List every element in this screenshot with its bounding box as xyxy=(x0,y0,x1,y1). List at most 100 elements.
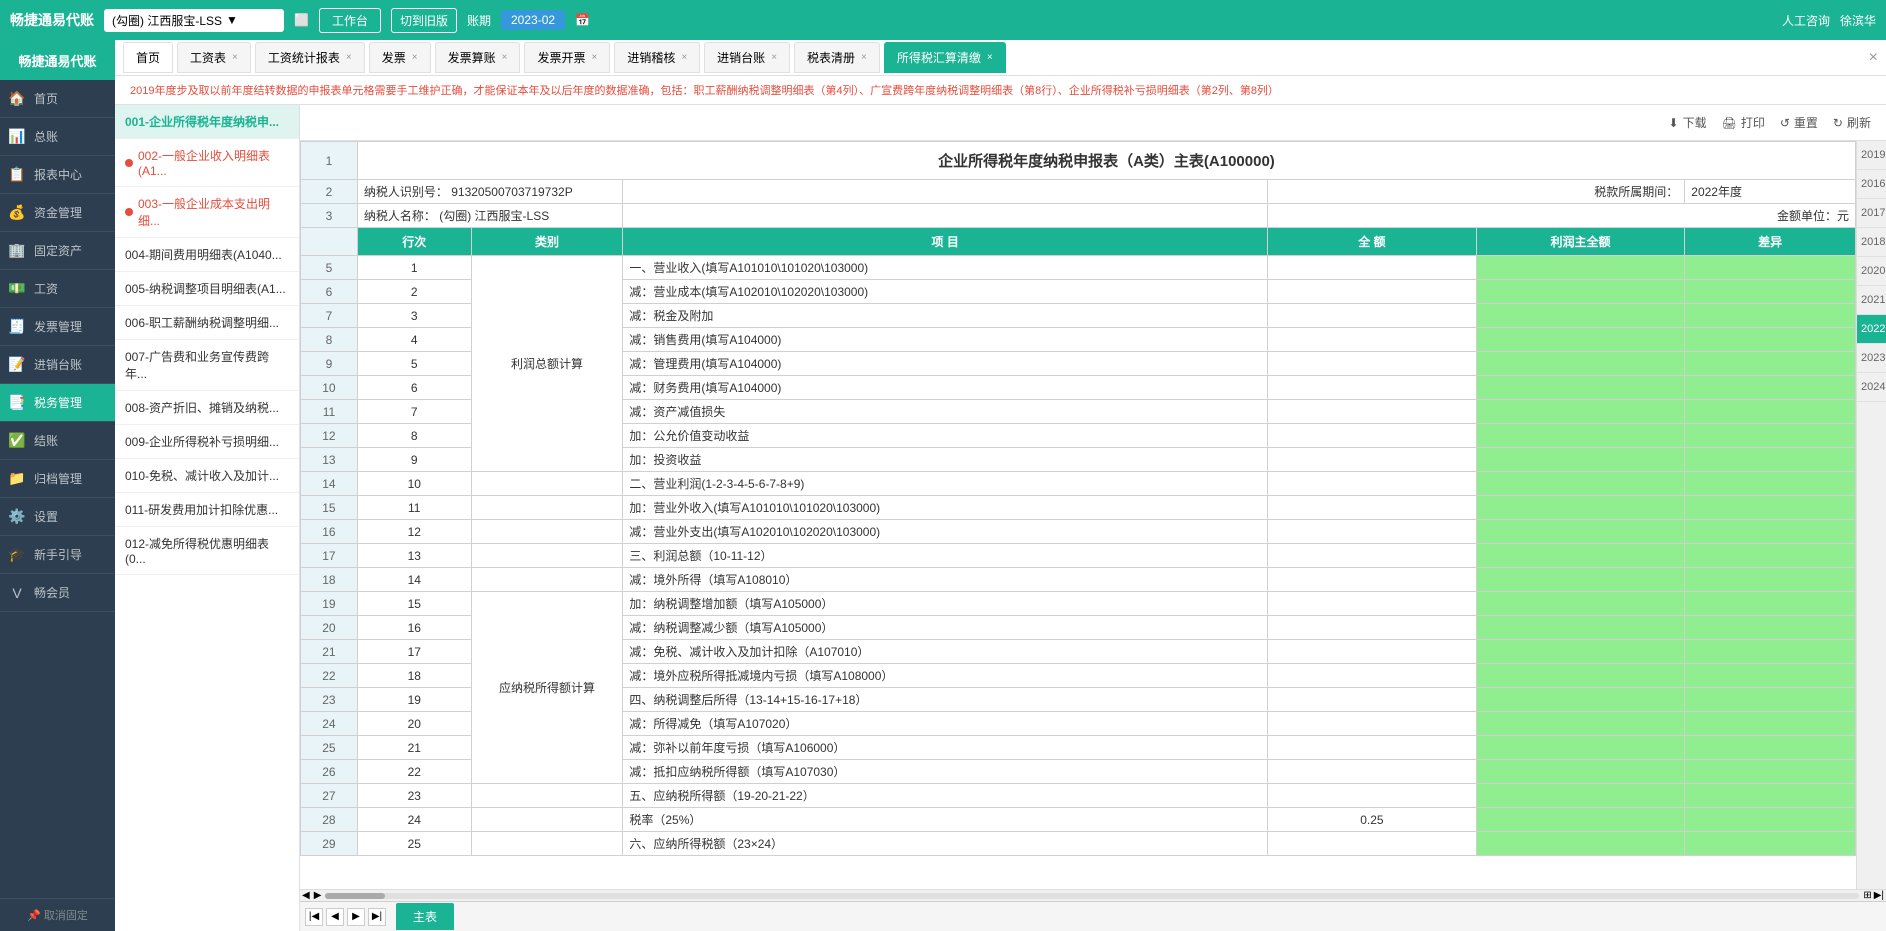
username[interactable]: 徐滨华 xyxy=(1840,12,1876,29)
pin-button[interactable]: 📌 取消固定 xyxy=(0,898,115,931)
tab-bar: 首页 工资表 × 工资统计报表 × 发票 × 发票算账 × xyxy=(115,40,1886,76)
tab-income-tax-close[interactable]: × xyxy=(987,52,993,63)
print-button[interactable]: 🖨 打印 xyxy=(1722,114,1765,131)
scroll-left-icon[interactable]: ◀ xyxy=(302,890,310,901)
tab-invoice-open-close[interactable]: × xyxy=(591,52,597,63)
sidebar-item-tax-management[interactable]: 📑 税务管理 xyxy=(0,384,115,422)
tab-invoice-close[interactable]: × xyxy=(412,52,418,63)
sidebar-item-fixed-assets[interactable]: 🏢 固定资产 xyxy=(0,232,115,270)
tab-sales-ledger[interactable]: 进销台账 × xyxy=(704,42,790,73)
tab-sales-ledger-label: 进销台账 xyxy=(717,49,765,66)
sidebar-item-sales-ledger[interactable]: 📝 进销台账 xyxy=(0,346,115,384)
tab-invoice-calc[interactable]: 发票算账 × xyxy=(435,42,521,73)
work-area: 001-企业所得税年度纳税申... 002-一般企业收入明细表(A1... 00… xyxy=(115,105,1886,931)
sidebar-item-close-account[interactable]: ✅ 结账 xyxy=(0,422,115,460)
calendar-icon[interactable]: 📅 xyxy=(575,13,590,27)
sheet-nav-last[interactable]: ▶| xyxy=(368,908,386,926)
sidebar-item-home[interactable]: 🏠 首页 xyxy=(0,80,115,118)
app-container: 畅捷通易代账 (勾圈) 江西服宝-LSS ▼ ⬜ 工作台 切到旧版 账期 202… xyxy=(0,0,1886,931)
left-panel-item-002[interactable]: 002-一般企业收入明细表(A1... xyxy=(115,139,299,187)
table-row: 5 1 利润总额计算 一、营业收入(填写A101010\101020\10300… xyxy=(301,256,1856,280)
tab-home[interactable]: 首页 xyxy=(123,42,173,73)
left-panel-item-006[interactable]: 006-职工薪酬纳税调整明细... xyxy=(115,306,299,340)
refresh-button[interactable]: ↻ 刷新 xyxy=(1833,114,1871,131)
year-2021[interactable]: 2021 xyxy=(1857,286,1886,315)
tab-salary-report-close[interactable]: × xyxy=(346,52,352,63)
scrollbar-thumb[interactable] xyxy=(325,893,385,899)
left-panel-item-004[interactable]: 004-期间费用明细表(A1040... xyxy=(115,238,299,272)
tab-tax-list-close[interactable]: × xyxy=(861,52,867,63)
year-2024[interactable]: 2024 xyxy=(1857,373,1886,402)
year-2017[interactable]: 2017 xyxy=(1857,199,1886,228)
workbench-button[interactable]: 工作台 xyxy=(319,8,381,33)
year-2023[interactable]: 2023 xyxy=(1857,344,1886,373)
scrollbar-track[interactable] xyxy=(325,893,1859,899)
left-panel-item-010[interactable]: 010-免税、减计收入及加计... xyxy=(115,459,299,493)
dropdown-icon: ▼ xyxy=(226,13,238,27)
left-panel-item-001[interactable]: 001-企业所得税年度纳税申... xyxy=(115,105,299,139)
copy-icon[interactable]: ⬜ xyxy=(294,13,309,27)
left-panel-item-005[interactable]: 005-纳税调整项目明细表(A1... xyxy=(115,272,299,306)
header-item: 项 目 xyxy=(623,228,1268,256)
error-dot-002 xyxy=(125,159,133,167)
title-row: 1 企业所得税年度纳税申报表（A类）主表(A100000) xyxy=(301,142,1856,180)
sidebar-label-invoice: 发票管理 xyxy=(34,318,82,335)
tab-salary[interactable]: 工资表 × xyxy=(177,42,251,73)
left-panel-item-009[interactable]: 009-企业所得税补亏损明细... xyxy=(115,425,299,459)
download-icon: ⬇ xyxy=(1669,116,1679,130)
report-icon: 📋 xyxy=(8,166,26,183)
sidebar-item-guide[interactable]: 🎓 新手引导 xyxy=(0,536,115,574)
tab-invoice-open[interactable]: 发票开票 × xyxy=(524,42,610,73)
tab-salary-close[interactable]: × xyxy=(232,52,238,63)
left-panel-item-007[interactable]: 007-广告费和业务宣传费跨年... xyxy=(115,340,299,391)
year-2016[interactable]: 2016 xyxy=(1857,170,1886,199)
print-icon: 🖨 xyxy=(1722,116,1737,130)
table-row: 16 12 减：营业外支出(填写A102010\102020\103000) xyxy=(301,520,1856,544)
row-num-2: 2 xyxy=(301,180,358,204)
tab-tax-list[interactable]: 税表清册 × xyxy=(794,42,880,73)
sidebar-item-membership[interactable]: V 畅会员 xyxy=(0,574,115,612)
horizontal-scrollbar[interactable]: ◀ ▶ ⊞ ▶| xyxy=(300,889,1886,901)
year-2020[interactable]: 2020 xyxy=(1857,257,1886,286)
close-all-icon[interactable]: × xyxy=(1869,49,1878,67)
left-panel-item-012[interactable]: 012-减免所得税优惠明细表(0... xyxy=(115,527,299,575)
sheet-nav-first[interactable]: |◀ xyxy=(305,908,323,926)
expand-icon[interactable]: ⊞ xyxy=(1863,890,1871,901)
top-bar: 畅捷通易代账 (勾圈) 江西服宝-LSS ▼ ⬜ 工作台 切到旧版 账期 202… xyxy=(0,0,1886,40)
tab-salary-report[interactable]: 工资统计报表 × xyxy=(255,42,365,73)
year-2022[interactable]: 2022 xyxy=(1857,315,1886,344)
header-rownum xyxy=(301,228,358,256)
sidebar-item-invoice[interactable]: 🧾 发票管理 xyxy=(0,308,115,346)
left-panel-item-003[interactable]: 003-一般企业成本支出明细... xyxy=(115,187,299,238)
tab-sales-audit-close[interactable]: × xyxy=(681,52,687,63)
sheet-nav-prev[interactable]: ◀ xyxy=(326,908,344,926)
download-button[interactable]: ⬇ 下载 xyxy=(1669,114,1707,131)
scroll-right-icon[interactable]: ▶ xyxy=(314,890,322,901)
year-2018[interactable]: 2018 xyxy=(1857,228,1886,257)
company-selector[interactable]: (勾圈) 江西服宝-LSS ▼ xyxy=(104,9,284,32)
sidebar-item-salary[interactable]: 💵 工资 xyxy=(0,270,115,308)
sidebar-item-fund-management[interactable]: 💰 资金管理 xyxy=(0,194,115,232)
tab-sales-ledger-close[interactable]: × xyxy=(771,52,777,63)
sidebar-item-archive[interactable]: 📁 归档管理 xyxy=(0,460,115,498)
sheet-tab-main[interactable]: 主表 xyxy=(396,903,454,930)
content-area: 首页 工资表 × 工资统计报表 × 发票 × 发票算账 × xyxy=(115,40,1886,931)
switch-old-button[interactable]: 切到旧版 xyxy=(391,8,457,33)
tab-invoice-calc-close[interactable]: × xyxy=(502,52,508,63)
tab-income-tax[interactable]: 所得税汇算清缴 × xyxy=(884,42,1006,73)
year-2019[interactable]: 2019 xyxy=(1857,141,1886,170)
sidebar-item-general-ledger[interactable]: 📊 总账 xyxy=(0,118,115,156)
tab-invoice[interactable]: 发票 × xyxy=(369,42,431,73)
reset-button[interactable]: ↺ 重置 xyxy=(1780,114,1818,131)
notice-text: 2019年度步及取以前年度结转数据的申报表单元格需要手工维护正确，才能保证本年及… xyxy=(130,85,1279,97)
sidebar-item-settings[interactable]: ⚙️ 设置 xyxy=(0,498,115,536)
sheet-nav-next[interactable]: ▶ xyxy=(347,908,365,926)
period-value[interactable]: 2023-02 xyxy=(501,10,565,30)
sidebar-item-report-center[interactable]: 📋 报表中心 xyxy=(0,156,115,194)
table-row: 27 23 五、应纳税所得额（19-20-21-22） xyxy=(301,784,1856,808)
scroll-end-icon[interactable]: ▶| xyxy=(1874,890,1884,901)
user-service[interactable]: 人工咨询 xyxy=(1782,12,1830,29)
tab-sales-audit[interactable]: 进销稽核 × xyxy=(614,42,700,73)
left-panel-item-008[interactable]: 008-资产折旧、摊销及纳税... xyxy=(115,391,299,425)
left-panel-item-011[interactable]: 011-研发费用加计扣除优惠... xyxy=(115,493,299,527)
